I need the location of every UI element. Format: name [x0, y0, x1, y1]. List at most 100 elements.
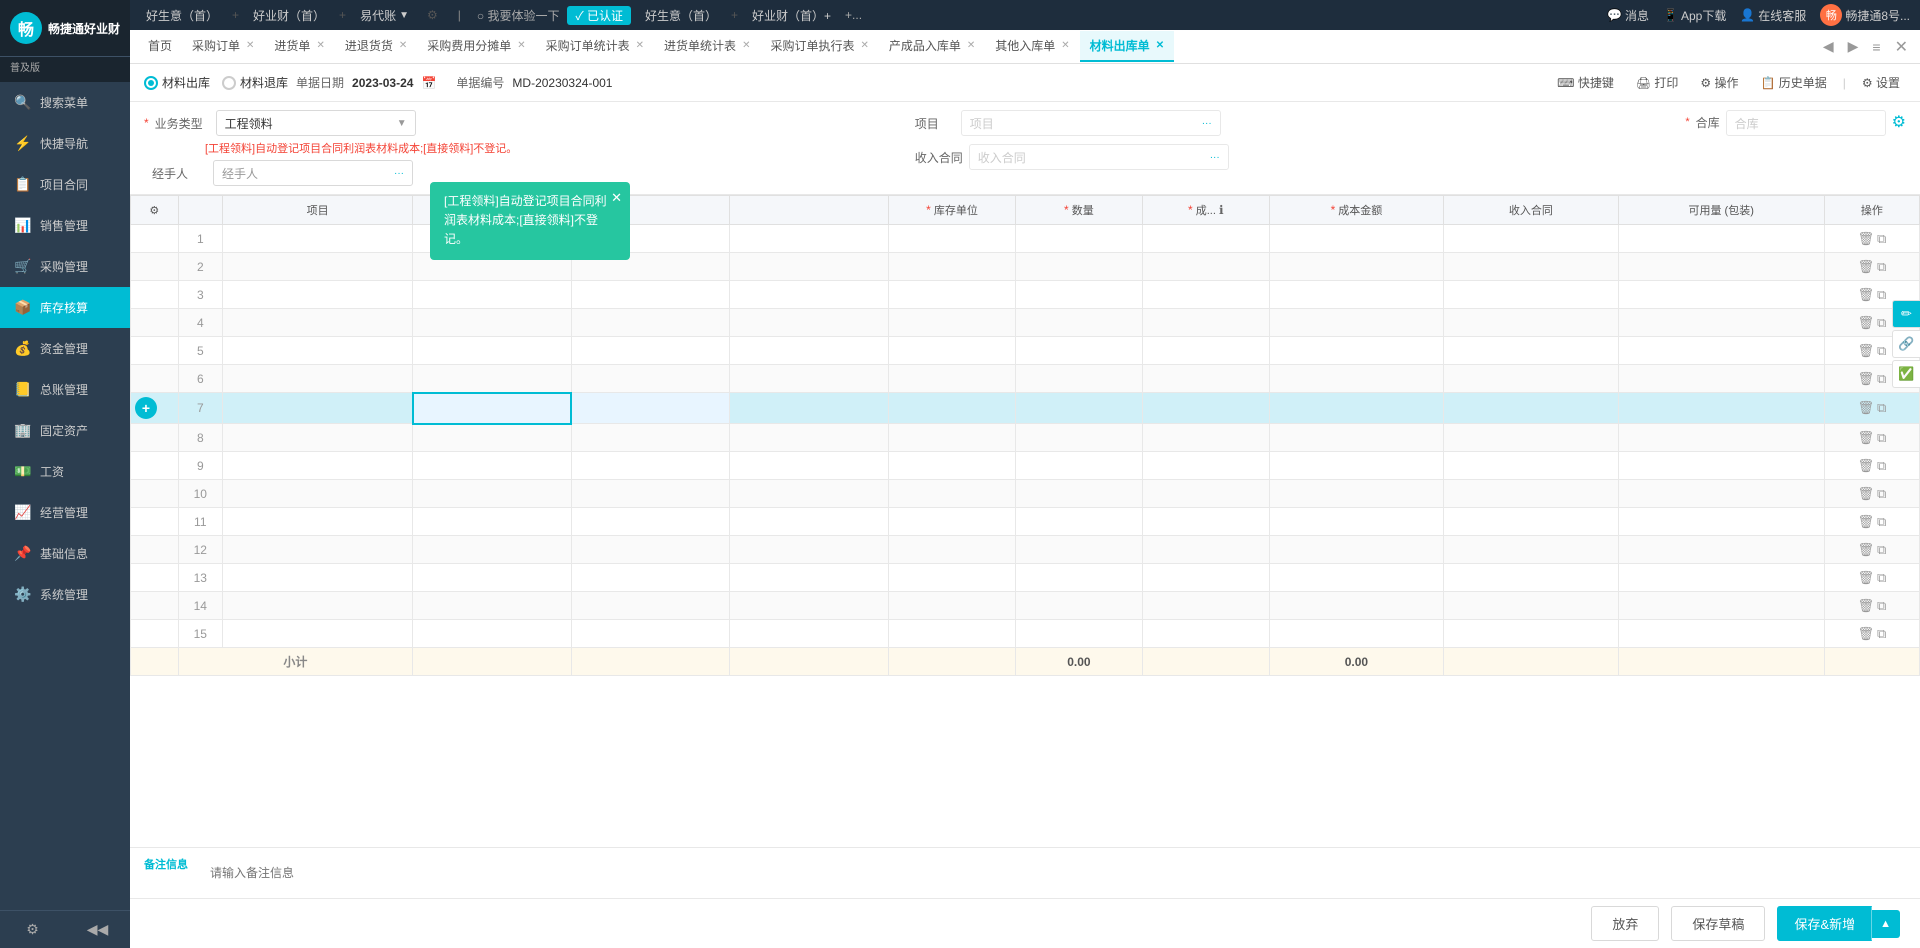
copy-row-icon[interactable]: ⧉	[1877, 542, 1886, 558]
delete-row-icon[interactable]: 🗑	[1857, 343, 1874, 359]
row-num-cell[interactable]: 10	[178, 480, 222, 508]
row-spec-cell[interactable]	[730, 480, 889, 508]
nav-top-good-biz4[interactable]: 好业财（首）+	[746, 5, 837, 26]
row-quantity-cell[interactable]	[1015, 564, 1142, 592]
row-available-cell[interactable]	[1618, 365, 1824, 393]
row-cost-amount-cell[interactable]	[1269, 536, 1443, 564]
copy-row-icon[interactable]: ⧉	[1877, 570, 1886, 586]
nav-top-try[interactable]: ○ 我要体验一下	[477, 7, 560, 24]
nav-top-good-biz[interactable]: 好生意（首）	[140, 5, 224, 26]
copy-row-icon[interactable]: ⧉	[1877, 231, 1886, 247]
app-download-btn[interactable]: 📱 App下载	[1663, 7, 1726, 24]
row-cost-price-cell[interactable]	[1142, 424, 1269, 452]
row-income-contract-cell[interactable]	[1444, 452, 1618, 480]
tab-other-instock[interactable]: 其他入库单 ✕	[985, 31, 1079, 62]
operations-btn[interactable]: ⚙ 操作	[1694, 72, 1744, 93]
radio-material-out[interactable]: 材料出库	[144, 74, 210, 91]
row-cost-amount-cell[interactable]	[1269, 393, 1443, 424]
row-unit-cell[interactable]	[889, 281, 1016, 309]
shortcut-key-btn[interactable]: ⌨ 快捷键	[1551, 72, 1620, 93]
copy-row-icon[interactable]: ⧉	[1877, 598, 1886, 614]
row-available-cell[interactable]	[1618, 452, 1824, 480]
delete-row-icon[interactable]: 🗑	[1857, 570, 1874, 586]
row-settings-cell[interactable]	[131, 225, 179, 253]
delete-row-icon[interactable]: 🗑	[1857, 430, 1874, 446]
copy-row-icon[interactable]: ⧉	[1877, 430, 1886, 446]
row-quantity-cell[interactable]	[1015, 309, 1142, 337]
row-code-cell[interactable]	[413, 309, 572, 337]
row-quantity-cell[interactable]	[1015, 281, 1142, 309]
row-settings-cell[interactable]	[131, 337, 179, 365]
row-settings-cell[interactable]	[131, 592, 179, 620]
business-type-input[interactable]: 工程领料 ▼	[216, 110, 416, 136]
row-unit-cell[interactable]	[889, 620, 1016, 648]
row-name-cell[interactable]	[571, 309, 730, 337]
row-code-cell[interactable]	[413, 424, 572, 452]
row-project-cell[interactable]	[222, 592, 412, 620]
row-income-contract-cell[interactable]	[1444, 309, 1618, 337]
row-cost-price-cell[interactable]	[1142, 281, 1269, 309]
row-num-cell[interactable]: 12	[178, 536, 222, 564]
row-quantity-cell[interactable]	[1015, 536, 1142, 564]
row-available-cell[interactable]	[1618, 253, 1824, 281]
row-quantity-cell[interactable]	[1015, 393, 1142, 424]
income-contract-input[interactable]: 收入合同 ···	[969, 144, 1229, 170]
row-settings-cell[interactable]	[131, 424, 179, 452]
row-code-cell[interactable]	[413, 365, 572, 393]
delete-row-icon[interactable]: 🗑	[1857, 287, 1874, 303]
row-quantity-cell[interactable]	[1015, 337, 1142, 365]
delete-row-icon[interactable]: 🗑	[1857, 486, 1874, 502]
row-cost-price-cell[interactable]	[1142, 536, 1269, 564]
tab-purchase-goods[interactable]: 进货单 ✕	[264, 31, 334, 62]
row-available-cell[interactable]	[1618, 337, 1824, 365]
sidebar-item-inventory[interactable]: 📦 库存核算	[0, 287, 130, 328]
row-cost-price-cell[interactable]	[1142, 452, 1269, 480]
sidebar-item-shortcut[interactable]: ⚡ 快捷导航	[0, 123, 130, 164]
row-code-cell[interactable]	[413, 620, 572, 648]
copy-row-icon[interactable]: ⧉	[1877, 343, 1886, 359]
sidebar-item-sales[interactable]: 📊 销售管理	[0, 205, 130, 246]
row-quantity-cell[interactable]	[1015, 620, 1142, 648]
delete-row-icon[interactable]: 🗑	[1857, 458, 1874, 474]
row-num-cell[interactable]: 9	[178, 452, 222, 480]
tab-close-icon[interactable]: ✕	[246, 40, 254, 51]
row-spec-cell[interactable]	[730, 393, 889, 424]
row-settings-cell[interactable]	[131, 508, 179, 536]
row-settings-cell[interactable]	[131, 253, 179, 281]
history-btn[interactable]: 📋 历史单据	[1755, 72, 1833, 93]
sidebar-collapse-btn[interactable]: ◀◀	[65, 911, 130, 948]
row-name-cell[interactable]	[571, 452, 730, 480]
row-project-cell[interactable]	[222, 225, 412, 253]
delete-row-icon[interactable]: 🗑	[1857, 598, 1874, 614]
row-income-contract-cell[interactable]	[1444, 365, 1618, 393]
row-cost-price-cell[interactable]	[1142, 480, 1269, 508]
row-unit-cell[interactable]	[889, 508, 1016, 536]
row-income-contract-cell[interactable]	[1444, 253, 1618, 281]
row-project-cell[interactable]	[222, 480, 412, 508]
tab-close-icon[interactable]: ✕	[399, 40, 407, 51]
row-project-cell[interactable]	[222, 309, 412, 337]
row-cost-amount-cell[interactable]	[1269, 365, 1443, 393]
row-cost-amount-cell[interactable]	[1269, 337, 1443, 365]
copy-row-icon[interactable]: ⧉	[1877, 514, 1886, 530]
row-num-cell[interactable]: 7	[178, 393, 222, 424]
row-cost-amount-cell[interactable]	[1269, 309, 1443, 337]
row-project-cell[interactable]	[222, 337, 412, 365]
row-quantity-cell[interactable]	[1015, 452, 1142, 480]
row-code-cell[interactable]	[413, 480, 572, 508]
sidebar-item-system[interactable]: ⚙️ 系统管理	[0, 574, 130, 615]
copy-row-icon[interactable]: ⧉	[1877, 400, 1886, 416]
row-num-cell[interactable]: 5	[178, 337, 222, 365]
row-settings-cell[interactable]	[131, 480, 179, 508]
copy-row-icon[interactable]: ⧉	[1877, 259, 1886, 275]
row-unit-cell[interactable]	[889, 564, 1016, 592]
tab-goods-stat[interactable]: 进货单统计表 ✕	[654, 31, 760, 62]
row-num-cell[interactable]: 6	[178, 365, 222, 393]
row-cost-amount-cell[interactable]	[1269, 253, 1443, 281]
row-cost-amount-cell[interactable]	[1269, 620, 1443, 648]
row-project-cell[interactable]	[222, 508, 412, 536]
row-num-cell[interactable]: 2	[178, 253, 222, 281]
row-name-cell[interactable]	[571, 564, 730, 592]
row-settings-cell[interactable]	[131, 309, 179, 337]
row-name-cell[interactable]	[571, 281, 730, 309]
